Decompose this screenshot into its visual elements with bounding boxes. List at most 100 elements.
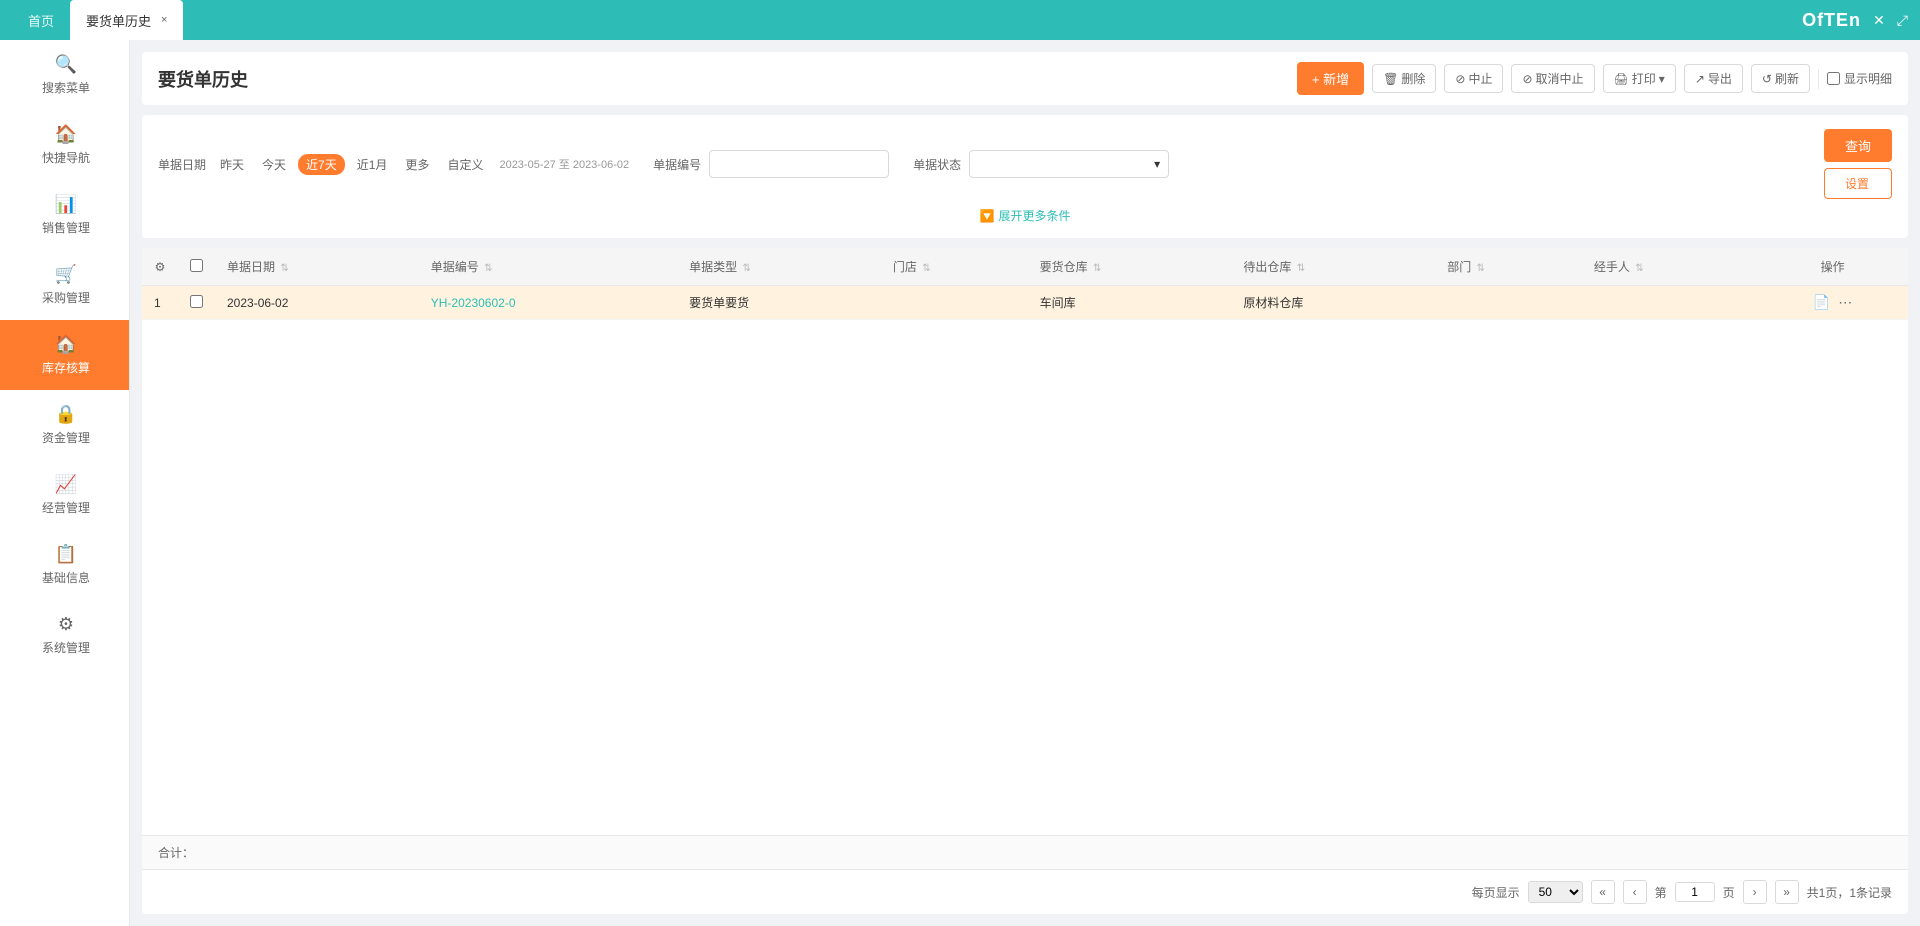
- display-detail-label: 显示明细: [1844, 70, 1892, 87]
- sidebar-item-finance[interactable]: 🔒 资金管理: [0, 390, 129, 460]
- cancel-suspend-label: 取消中止: [1536, 70, 1584, 87]
- delete-label: 删除: [1401, 70, 1425, 87]
- date-range-text: 2023-05-27 至 2023-06-02: [499, 156, 629, 172]
- sidebar-item-label-inventory: 库存核算: [42, 359, 90, 376]
- print-button[interactable]: 🖨 打印 ▾: [1603, 64, 1676, 93]
- export-button[interactable]: ↗ 导出: [1684, 64, 1743, 93]
- window-maximize-icon[interactable]: ⤢: [1897, 12, 1908, 29]
- sidebar-item-sales[interactable]: 📊 销售管理: [0, 180, 129, 250]
- shortcut-today[interactable]: 今天: [256, 154, 292, 175]
- shortcut-custom[interactable]: 自定义: [441, 154, 489, 175]
- th-req-warehouse: 要货仓库 ⇅: [1028, 248, 1232, 286]
- row-action-icons: 📄 ⋯: [1769, 294, 1896, 311]
- page-label: 第: [1655, 884, 1667, 901]
- quick-nav-icon: 🏠: [55, 124, 77, 145]
- th-action: 操作: [1757, 248, 1908, 286]
- tab-home-label: 首页: [28, 11, 54, 30]
- display-detail-toggle[interactable]: 显示明细: [1827, 70, 1892, 87]
- row-checkbox-cell: [178, 286, 215, 320]
- expand-more-label: 展开更多条件: [998, 207, 1070, 224]
- tab-home[interactable]: 首页: [12, 0, 70, 40]
- suspend-label: 中止: [1468, 70, 1492, 87]
- window-close-icon[interactable]: ✕: [1873, 12, 1885, 29]
- row-doc-no-link[interactable]: YH-20230602-0: [431, 296, 516, 310]
- topbar-right: OfTEn ✕ ⤢: [1802, 10, 1908, 31]
- shortcut-1month[interactable]: 近1月: [351, 154, 394, 175]
- row-out-warehouse: 原材料仓库: [1231, 286, 1435, 320]
- settings-button[interactable]: 设置: [1824, 168, 1892, 199]
- first-page-btn[interactable]: «: [1591, 880, 1615, 904]
- query-button[interactable]: 查询: [1824, 129, 1892, 162]
- tab-requisition-label: 要货单历史: [86, 11, 151, 30]
- row-edit-icon[interactable]: 📄: [1813, 294, 1830, 311]
- tab-requisition-history[interactable]: 要货单历史 ×: [70, 0, 183, 40]
- page-header: 要货单历史 + 新增 🗑 删除 ⊘ 中止 ⊘ 取消中止 🖨 打印: [142, 52, 1908, 105]
- row-checkbox[interactable]: [190, 295, 203, 308]
- last-page-btn[interactable]: »: [1775, 880, 1799, 904]
- sort-handler-icon[interactable]: ⇅: [1635, 263, 1643, 274]
- row-req-warehouse: 车间库: [1028, 286, 1232, 320]
- filter-row: 单据日期 昨天 今天 近7天 近1月 更多 自定义 2023-05-27 至 2…: [158, 129, 1892, 199]
- purchase-icon: 🛒: [55, 264, 77, 285]
- next-page-btn[interactable]: ›: [1743, 880, 1767, 904]
- display-detail-checkbox-input[interactable]: [1827, 72, 1840, 85]
- row-store: [881, 286, 1028, 320]
- table-header-row: ⚙ 单据日期 ⇅ 单据编号 ⇅: [142, 248, 1908, 286]
- suspend-button[interactable]: ⊘ 中止: [1444, 64, 1503, 93]
- basic-info-icon: 📋: [55, 544, 77, 565]
- sort-dept-icon[interactable]: ⇅: [1477, 263, 1485, 274]
- sidebar-item-purchase[interactable]: 🛒 采购管理: [0, 250, 129, 320]
- sort-date-icon[interactable]: ⇅: [280, 263, 288, 274]
- top-bar: 首页 要货单历史 × OfTEn ✕ ⤢: [0, 0, 1920, 40]
- tab-close-icon[interactable]: ×: [161, 14, 167, 26]
- prev-page-btn[interactable]: ‹: [1623, 880, 1647, 904]
- sidebar-item-search-menu[interactable]: 🔍 搜索菜单: [0, 40, 129, 110]
- sort-store-icon[interactable]: ⇅: [922, 263, 930, 274]
- select-all-checkbox[interactable]: [190, 259, 203, 272]
- add-button[interactable]: + 新增: [1297, 62, 1364, 95]
- refresh-button[interactable]: ↺ 刷新: [1751, 64, 1810, 93]
- th-checkbox: [178, 248, 215, 286]
- sidebar-item-system[interactable]: ⚙ 系统管理: [0, 600, 129, 670]
- th-department: 部门 ⇅: [1435, 248, 1582, 286]
- shortcut-more[interactable]: 更多: [399, 154, 435, 175]
- expand-more-btn[interactable]: 🔽 展开更多条件: [158, 207, 1892, 224]
- sidebar: 🔍 搜索菜单 🏠 快捷导航 📊 销售管理 🛒 采购管理 🏠 库存核算 🔒 资金管…: [0, 40, 130, 926]
- sidebar-item-inventory[interactable]: 🏠 库存核算: [0, 320, 129, 390]
- sort-doctype-icon[interactable]: ⇅: [743, 263, 751, 274]
- data-table: ⚙ 单据日期 ⇅ 单据编号 ⇅: [142, 248, 1908, 320]
- sort-docno-icon[interactable]: ⇅: [484, 263, 492, 274]
- shortcut-yesterday[interactable]: 昨天: [214, 154, 250, 175]
- status-select-dropdown-icon: ▾: [1154, 157, 1160, 171]
- sidebar-item-basic-info[interactable]: 📋 基础信息: [0, 530, 129, 600]
- print-icon: 🖨: [1614, 72, 1629, 86]
- cancel-suspend-button[interactable]: ⊘ 取消中止: [1511, 64, 1594, 93]
- sidebar-item-quick-nav[interactable]: 🏠 快捷导航: [0, 110, 129, 180]
- th-doc-no: 单据编号 ⇅: [419, 248, 677, 286]
- sort-reqwarehouse-icon[interactable]: ⇅: [1093, 263, 1101, 274]
- export-icon: ↗: [1695, 72, 1705, 86]
- sort-outwarehouse-icon[interactable]: ⇅: [1297, 263, 1305, 274]
- row-index: 1: [142, 286, 178, 320]
- page-size-label: 每页显示: [1472, 884, 1520, 901]
- sidebar-item-label-purchase: 采购管理: [42, 289, 90, 306]
- cancel-suspend-icon: ⊘: [1522, 72, 1532, 86]
- summary-label: 合计：: [158, 846, 194, 860]
- th-out-warehouse: 待出仓库 ⇅: [1231, 248, 1435, 286]
- status-select[interactable]: ▾: [969, 150, 1169, 178]
- row-more-icon[interactable]: ⋯: [1838, 294, 1852, 311]
- suspend-icon: ⊘: [1455, 72, 1465, 86]
- doc-no-input[interactable]: [709, 150, 889, 178]
- page-size-select[interactable]: 50 100 200: [1528, 881, 1583, 903]
- settings-gear-icon[interactable]: ⚙: [155, 260, 166, 274]
- shortcut-7days[interactable]: 近7天: [298, 154, 345, 175]
- inventory-icon: 🏠: [55, 334, 77, 355]
- export-label: 导出: [1708, 70, 1732, 87]
- sidebar-item-operation[interactable]: 📈 经营管理: [0, 460, 129, 530]
- table-row: 1 2023-06-02 YH-20230602-0 要货单要货 车间库: [142, 286, 1908, 320]
- delete-button[interactable]: 🗑 删除: [1372, 64, 1436, 93]
- current-page-input[interactable]: [1675, 882, 1715, 902]
- print-dropdown-icon: ▾: [1659, 72, 1665, 86]
- sidebar-item-label-finance: 资金管理: [42, 429, 90, 446]
- th-handler: 经手人 ⇅: [1582, 248, 1757, 286]
